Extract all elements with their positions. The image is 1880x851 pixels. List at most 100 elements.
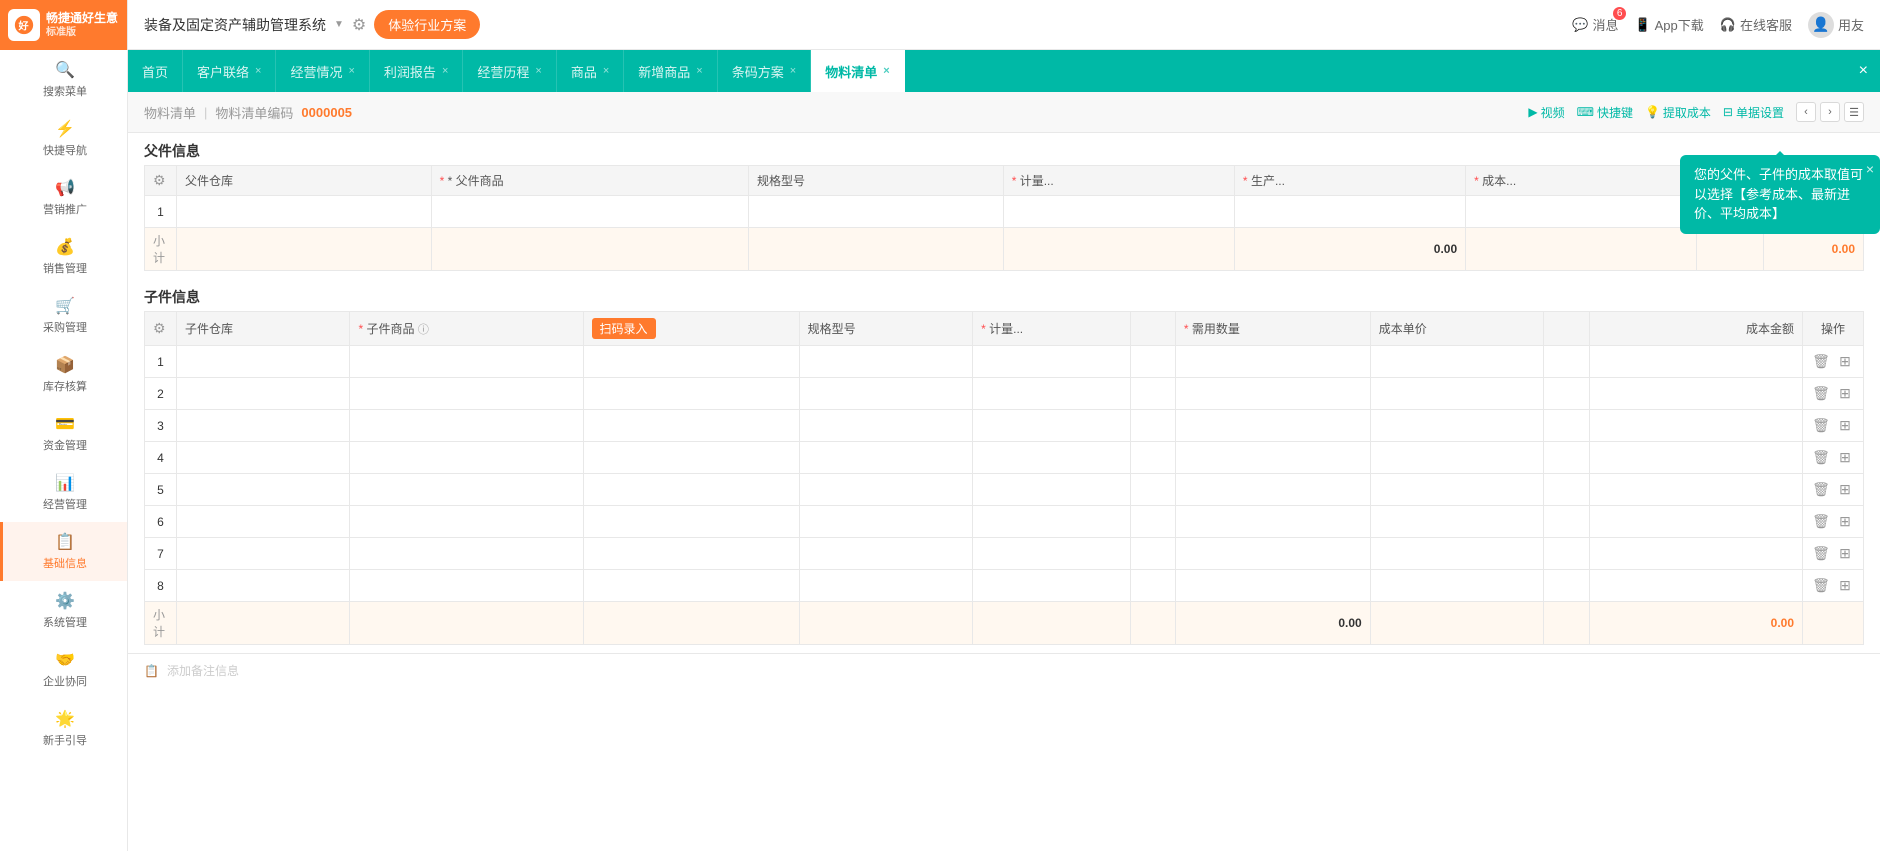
delete-icon-7[interactable]: 🗑: [1811, 544, 1831, 564]
bottom-bar: 📋 添加备注信息: [128, 653, 1880, 687]
parent-section-title: 父件信息: [128, 133, 1880, 165]
tab-barcode[interactable]: 条码方案 ×: [718, 50, 811, 92]
tab-product[interactable]: 商品 ×: [557, 50, 624, 92]
single-settings-action[interactable]: ⊟ 单据设置: [1723, 104, 1784, 121]
delete-icon-1[interactable]: 🗑: [1811, 352, 1831, 372]
tab-profit[interactable]: 利润报告 ×: [370, 50, 463, 92]
child-row-1-warehouse[interactable]: [177, 346, 350, 378]
shortcut-icon: ⌨: [1577, 105, 1594, 119]
sidebar-item-marketing[interactable]: 📢 营销推广: [0, 168, 127, 227]
copy-icon-8[interactable]: ⊞: [1835, 576, 1855, 596]
view-action[interactable]: ▶ 视频: [1528, 104, 1564, 121]
online-service-item[interactable]: 🎧 在线客服: [1720, 15, 1792, 34]
child-row-6: 6 🗑⊞: [145, 506, 1864, 538]
tab-bom-close[interactable]: ×: [883, 65, 889, 77]
sales-icon: 💰: [55, 237, 75, 257]
delete-icon-8[interactable]: 🗑: [1811, 576, 1831, 596]
copy-icon-7[interactable]: ⊞: [1835, 544, 1855, 564]
sidebar-item-sales[interactable]: 💰 销售管理: [0, 227, 127, 286]
parent-row-1-product[interactable]: [431, 196, 748, 228]
system-dropdown-arrow[interactable]: ▼: [334, 19, 344, 30]
scan-input-button[interactable]: 扫码录入: [592, 318, 656, 339]
tab-bom[interactable]: 物料清单 ×: [811, 50, 904, 92]
child-col-scan: 扫码录入: [583, 312, 799, 346]
tooltip-close-button[interactable]: ×: [1866, 159, 1874, 180]
copy-icon-2[interactable]: ⊞: [1835, 384, 1855, 404]
sidebar-item-inventory[interactable]: 📦 库存核算: [0, 345, 127, 404]
settings-icon2: ⊟: [1723, 105, 1733, 119]
delete-icon-3[interactable]: 🗑: [1811, 416, 1831, 436]
child-row-4: 4 🗑⊞: [145, 442, 1864, 474]
app-download-item[interactable]: 📱 App下载: [1634, 15, 1703, 34]
child-col-extra2: [1544, 312, 1589, 346]
parent-col-settings: ⚙: [145, 166, 177, 196]
copy-icon-3[interactable]: ⊞: [1835, 416, 1855, 436]
user-item[interactable]: 👤 用友: [1808, 12, 1864, 38]
delete-icon-6[interactable]: 🗑: [1811, 512, 1831, 532]
sidebar-item-purchase[interactable]: 🛒 采购管理: [0, 286, 127, 345]
child-col-extra: [1130, 312, 1175, 346]
message-icon-item[interactable]: 💬 消息 6: [1572, 15, 1618, 34]
tab-operations[interactable]: 经营情况 ×: [276, 50, 369, 92]
child-col-spec: 规格型号: [799, 312, 972, 346]
guide-icon: 🌟: [55, 709, 75, 729]
tab-profit-close[interactable]: ×: [442, 65, 448, 77]
sidebar-item-finance[interactable]: 💳 资金管理: [0, 404, 127, 463]
child-table: ⚙ 子件仓库 * 子件商品 ⓘ 扫码录入 规格型号 * 计量... * 需用数量…: [144, 311, 1864, 645]
sidebar-item-search[interactable]: 🔍 搜索菜单: [0, 50, 127, 109]
page-content: 物料清单 | 物料清单编码 0000005 ▶ 视频 ⌨ 快捷键 💡 提取成本: [128, 92, 1880, 851]
parent-row-1-unit[interactable]: [1003, 196, 1234, 228]
tab-history[interactable]: 经营历程 ×: [463, 50, 556, 92]
parent-subtotal-row: 小计 0.00 0.00: [145, 228, 1864, 271]
delete-icon-5[interactable]: 🗑: [1811, 480, 1831, 500]
tab-operations-close[interactable]: ×: [348, 65, 354, 77]
extract-cost-action[interactable]: 💡 提取成本: [1645, 104, 1711, 121]
parent-row-1-warehouse[interactable]: [177, 196, 432, 228]
child-row-1-spec[interactable]: [799, 346, 972, 378]
bottom-text: 添加备注信息: [167, 662, 239, 679]
tab-history-close[interactable]: ×: [535, 65, 541, 77]
tab-barcode-close[interactable]: ×: [790, 65, 796, 77]
settings-icon[interactable]: ⚙: [352, 15, 366, 35]
copy-icon-1[interactable]: ⊞: [1835, 352, 1855, 372]
search-icon: 🔍: [55, 60, 75, 80]
sidebar-item-operations[interactable]: 📊 经营管理: [0, 463, 127, 522]
child-row-1-unit-price[interactable]: [1370, 346, 1543, 378]
tab-customer[interactable]: 客户联络 ×: [183, 50, 276, 92]
sidebar-item-quicknav[interactable]: ⚡ 快捷导航: [0, 109, 127, 168]
delete-icon-2[interactable]: 🗑: [1811, 384, 1831, 404]
trial-button[interactable]: 体验行业方案: [374, 10, 480, 39]
child-row-1-qty[interactable]: [1175, 346, 1370, 378]
sidebar-item-guide[interactable]: 🌟 新手引导: [0, 699, 127, 758]
parent-row-1-cost[interactable]: [1466, 196, 1697, 228]
parent-row-1-production[interactable]: [1234, 196, 1465, 228]
tab-home[interactable]: 首页: [128, 50, 183, 92]
child-row-1-unit[interactable]: [973, 346, 1130, 378]
parent-subtotal-amount: 0.00: [1234, 228, 1465, 271]
quicknav-icon: ⚡: [55, 119, 75, 139]
nav-prev-button[interactable]: ‹: [1796, 102, 1816, 122]
sidebar-item-basics[interactable]: 📋 基础信息: [0, 522, 127, 581]
nav-close-all-button[interactable]: ×: [1847, 62, 1880, 80]
page-header-actions: ▶ 视频 ⌨ 快捷键 💡 提取成本 ⊟ 单据设置 ‹ ›: [1528, 102, 1864, 122]
system-icon: ⚙️: [55, 591, 75, 611]
nav-next-button[interactable]: ›: [1820, 102, 1840, 122]
copy-icon-4[interactable]: ⊞: [1835, 448, 1855, 468]
child-row-1-product[interactable]: [350, 346, 583, 378]
tab-new-product[interactable]: 新增商品 ×: [624, 50, 717, 92]
sidebar-item-enterprise[interactable]: 🤝 企业协同: [0, 640, 127, 699]
sidebar-item-system[interactable]: ⚙️ 系统管理: [0, 581, 127, 640]
copy-icon-6[interactable]: ⊞: [1835, 512, 1855, 532]
tab-new-product-close[interactable]: ×: [696, 65, 702, 77]
parent-row-1-spec[interactable]: [749, 196, 1004, 228]
nav-list-button[interactable]: ☰: [1844, 102, 1864, 122]
breadcrumb-parent[interactable]: 物料清单: [144, 103, 196, 122]
gear-icon[interactable]: ⚙: [153, 172, 166, 188]
header-nav-buttons: ‹ › ☰: [1796, 102, 1864, 122]
copy-icon-5[interactable]: ⊞: [1835, 480, 1855, 500]
shortcut-action[interactable]: ⌨ 快捷键: [1577, 104, 1633, 121]
delete-icon-4[interactable]: 🗑: [1811, 448, 1831, 468]
gear-icon-child[interactable]: ⚙: [153, 320, 166, 336]
tab-product-close[interactable]: ×: [603, 65, 609, 77]
tab-customer-close[interactable]: ×: [255, 65, 261, 77]
